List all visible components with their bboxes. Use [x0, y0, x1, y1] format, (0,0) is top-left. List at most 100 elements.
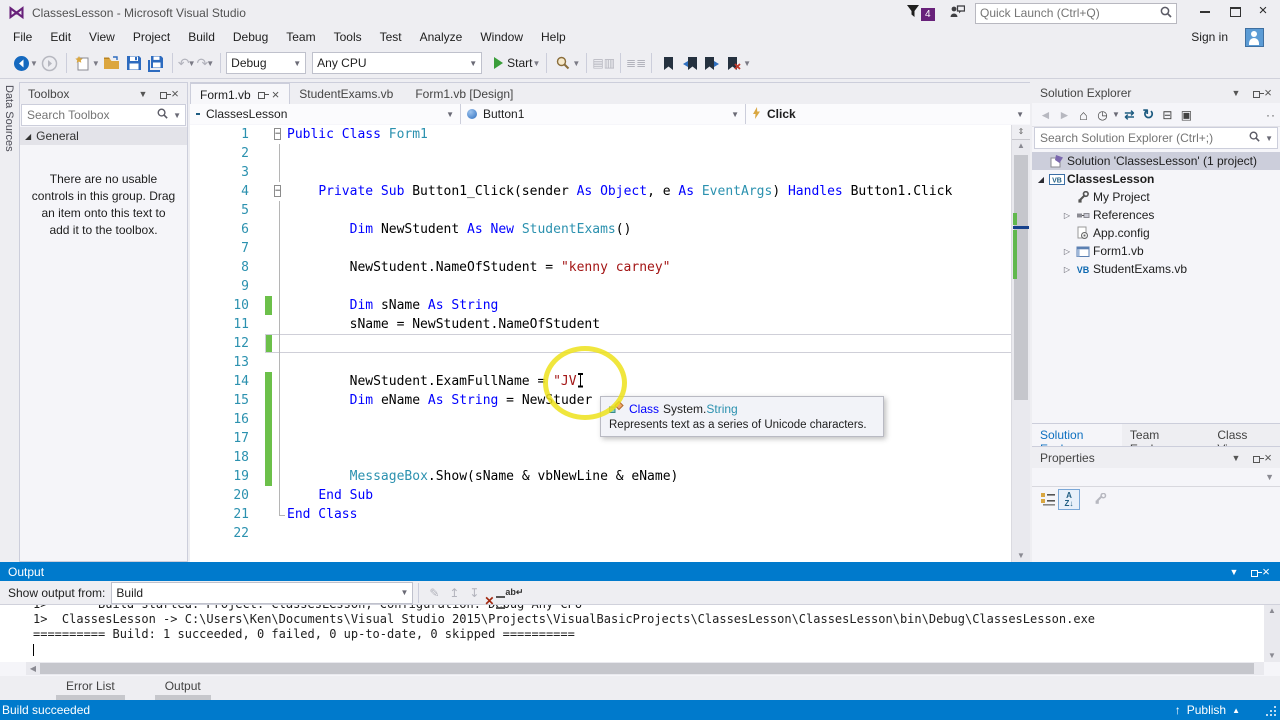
- previous-bookmark-icon[interactable]: [680, 53, 700, 73]
- collapsed-arrow-icon[interactable]: ▷: [1060, 211, 1074, 220]
- fold-margin[interactable]: −: [272, 182, 287, 201]
- code-line-22[interactable]: 22: [190, 524, 1012, 543]
- scroll-up-icon[interactable]: ▲: [1012, 141, 1030, 150]
- navigate-forward-icon[interactable]: [40, 53, 60, 73]
- scroll-down-icon[interactable]: ▼: [1012, 551, 1030, 560]
- publish-button[interactable]: ↑ Publish ▲: [1175, 703, 1240, 717]
- tree-item-solution-classeslesson-1-project-[interactable]: Solution 'ClassesLesson' (1 project): [1032, 152, 1280, 170]
- clear-bookmarks-icon[interactable]: [724, 53, 744, 73]
- tree-item-references[interactable]: ▷ References: [1032, 206, 1280, 224]
- toggle-bookmark-icon[interactable]: [658, 53, 678, 73]
- code-line-9[interactable]: 9: [190, 277, 1012, 296]
- code-line-19[interactable]: 19 MessageBox.Show(sName & vbNewLine & e…: [190, 467, 1012, 486]
- panel-tab-error-list[interactable]: Error List: [56, 676, 125, 700]
- code-line-7[interactable]: 7: [190, 239, 1012, 258]
- window-position-icon[interactable]: ▼: [1228, 88, 1244, 98]
- tab-form1-vb-design-[interactable]: Form1.vb [Design]: [406, 83, 526, 104]
- se-forward-icon[interactable]: ►: [1055, 108, 1074, 122]
- user-avatar-icon[interactable]: [1245, 28, 1264, 47]
- comment-lines-icon[interactable]: ▤: [592, 56, 603, 70]
- save-icon[interactable]: [124, 53, 144, 73]
- panel-tab-output[interactable]: Output: [154, 676, 211, 700]
- code-line-2[interactable]: 2: [190, 144, 1012, 163]
- solution-platforms-dropdown[interactable]: Any CPU ▼: [312, 52, 483, 74]
- scrollbar-thumb[interactable]: [40, 663, 1254, 674]
- collapsed-arrow-icon[interactable]: ▷: [1060, 247, 1074, 256]
- code-line-21[interactable]: 21 End Class: [190, 505, 1012, 524]
- window-position-icon[interactable]: ▼: [1228, 453, 1244, 463]
- splitter-handle[interactable]: ⇕: [1012, 125, 1030, 140]
- redo-dropdown-icon[interactable]: ▼: [206, 59, 214, 68]
- window-position-icon[interactable]: ▼: [1226, 567, 1242, 577]
- tree-item-app-config[interactable]: App.config: [1032, 224, 1280, 242]
- code-line-1[interactable]: 1− Public Class Form1: [190, 125, 1012, 144]
- search-options-icon[interactable]: ▼: [1261, 134, 1277, 143]
- start-dropdown-icon[interactable]: ▼: [533, 59, 541, 68]
- code-line-20[interactable]: 20 End Sub: [190, 486, 1012, 505]
- search-icon[interactable]: [1248, 130, 1261, 146]
- code-editor[interactable]: 1− Public Class Form1 2 3 4− Private Sub But…: [190, 125, 1030, 562]
- solution-configurations-dropdown[interactable]: Debug ▼: [226, 52, 307, 74]
- next-bookmark-icon[interactable]: [702, 53, 722, 73]
- menu-test[interactable]: Test: [371, 26, 411, 48]
- tab-studentexams-vb[interactable]: StudentExams.vb: [290, 83, 406, 104]
- editor-vertical-scrollbar[interactable]: ⇕ ▲ ▼: [1011, 125, 1030, 562]
- collapse-all-icon[interactable]: ⊟: [1158, 108, 1177, 122]
- back-dropdown-icon[interactable]: ▼: [30, 59, 38, 68]
- menu-file[interactable]: File: [4, 26, 41, 48]
- resize-grip[interactable]: [1274, 714, 1276, 716]
- collapsed-arrow-icon[interactable]: ▷: [1060, 265, 1074, 274]
- pin-icon[interactable]: [1244, 453, 1260, 463]
- scroll-up-icon[interactable]: ▲: [1264, 606, 1280, 615]
- feedback-icon[interactable]: [948, 4, 966, 22]
- event-dropdown[interactable]: Click ▼: [746, 104, 1030, 124]
- collapse-box-icon[interactable]: −: [274, 185, 282, 197]
- menu-debug[interactable]: Debug: [224, 26, 277, 48]
- data-sources-tab[interactable]: Data Sources: [3, 85, 15, 152]
- filter-dropdown-icon[interactable]: ▼: [1112, 110, 1120, 119]
- search-icon[interactable]: [1159, 5, 1173, 22]
- new-project-dropdown-icon[interactable]: ▼: [92, 59, 100, 68]
- sign-in-link[interactable]: Sign in: [1191, 30, 1228, 44]
- menu-help[interactable]: Help: [532, 26, 575, 48]
- solution-search-input[interactable]: [1035, 131, 1249, 145]
- output-vertical-scrollbar[interactable]: ▲ ▼: [1264, 604, 1280, 662]
- quick-launch-input[interactable]: [976, 4, 1156, 21]
- uncomment-lines-icon[interactable]: ▥: [604, 56, 615, 70]
- code-line-3[interactable]: 3: [190, 163, 1012, 182]
- toolbox-group-general[interactable]: ◢ General: [20, 127, 187, 145]
- toolbar-overflow-icon[interactable]: ▼: [743, 59, 751, 68]
- code-line-5[interactable]: 5: [190, 201, 1012, 220]
- explorer-tab-solution-expl-[interactable]: Solution Expl...: [1032, 424, 1122, 456]
- show-all-files-icon[interactable]: ▣: [1177, 108, 1196, 122]
- sync-with-active-document-icon[interactable]: ⇄: [1120, 108, 1139, 122]
- explorer-tab-team-explorer[interactable]: Team Explorer: [1122, 424, 1209, 456]
- scroll-down-icon[interactable]: ▼: [1264, 651, 1280, 660]
- close-icon[interactable]: ×: [271, 88, 281, 101]
- pin-icon[interactable]: [1242, 567, 1258, 577]
- find-in-files-icon[interactable]: [553, 53, 573, 73]
- scroll-left-icon[interactable]: ◀: [26, 662, 40, 675]
- find-overflow-icon[interactable]: ▼: [572, 59, 580, 68]
- member-dropdown[interactable]: Button1 ▼: [461, 104, 746, 124]
- increase-indent-icon[interactable]: ≣: [636, 56, 646, 70]
- menu-tools[interactable]: Tools: [325, 26, 371, 48]
- notification-badge[interactable]: 4: [921, 8, 935, 21]
- previous-message-icon[interactable]: ↥: [444, 586, 464, 600]
- menu-build[interactable]: Build: [179, 26, 224, 48]
- code-line-6[interactable]: 6 Dim NewStudent As New StudentExams(): [190, 220, 1012, 239]
- tree-item-my-project[interactable]: My Project: [1032, 188, 1280, 206]
- undo-dropdown-icon[interactable]: ▼: [188, 59, 196, 68]
- properties-object-dropdown[interactable]: ▼: [1032, 468, 1280, 487]
- class-dropdown[interactable]: ClassesLesson ▼: [190, 104, 461, 124]
- minimize-button[interactable]: [1190, 0, 1220, 22]
- code-line-8[interactable]: 8 NewStudent.NameOfStudent = "kenny carn…: [190, 258, 1012, 277]
- tree-item-form1-vb[interactable]: ▷ Form1.vb: [1032, 242, 1280, 260]
- pin-icon[interactable]: [151, 89, 167, 99]
- toolbar-overflow-icon[interactable]: ··: [1266, 108, 1276, 122]
- close-button[interactable]: ×: [1248, 0, 1278, 22]
- pin-icon[interactable]: [1244, 88, 1260, 98]
- output-source-dropdown[interactable]: Build ▼: [111, 581, 414, 604]
- search-options-icon[interactable]: ▼: [169, 111, 185, 120]
- maximize-button[interactable]: [1220, 0, 1250, 22]
